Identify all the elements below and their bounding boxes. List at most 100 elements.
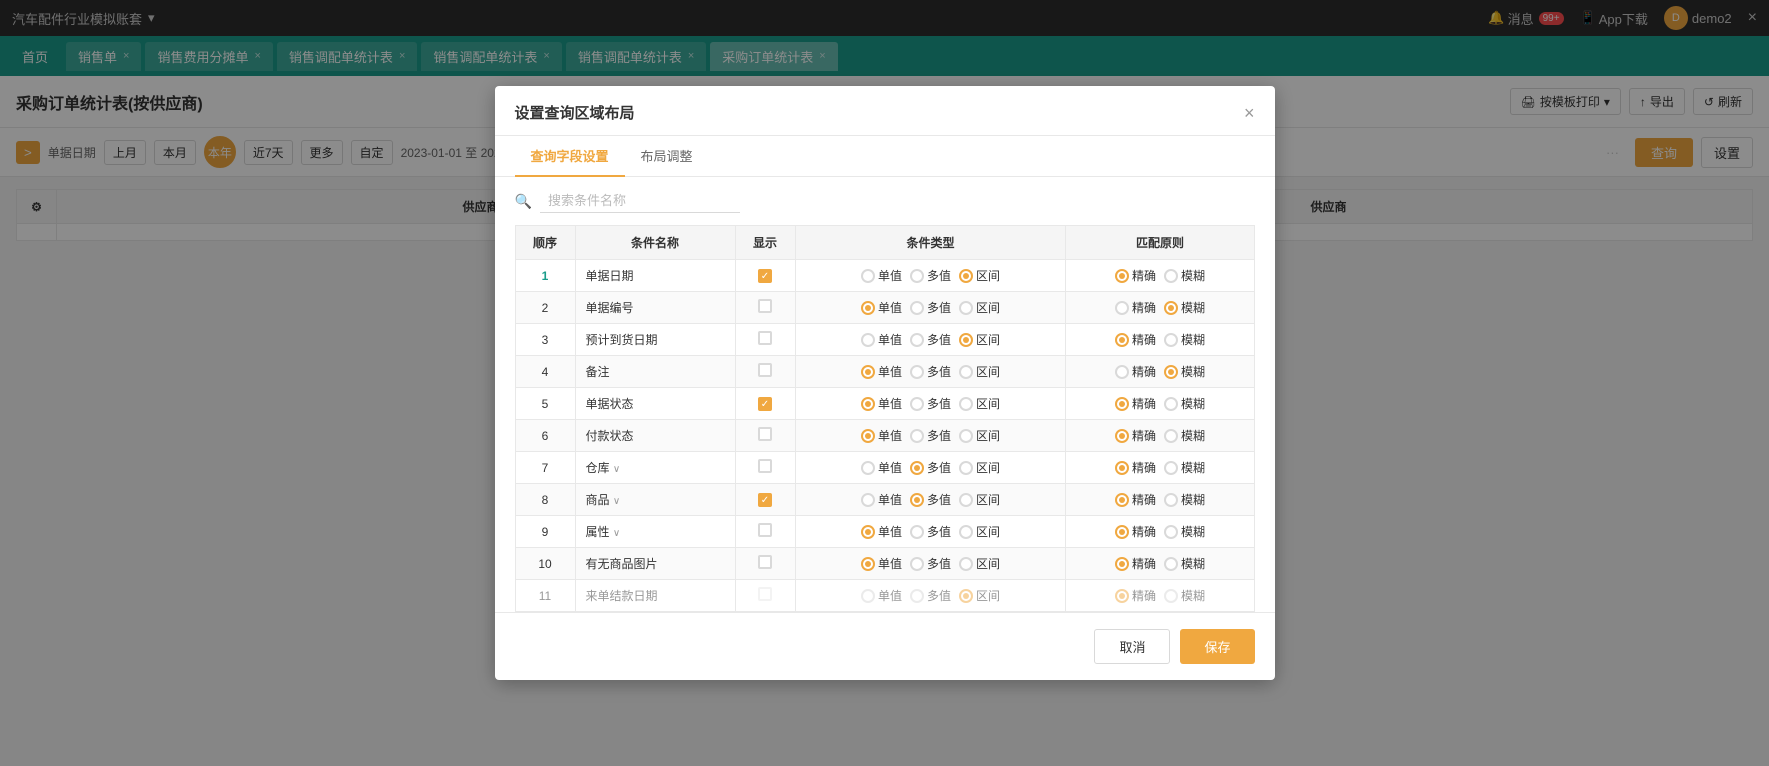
type-radio-单值[interactable]: 单值 [861, 363, 902, 380]
display-checkbox[interactable]: ✓ [758, 269, 772, 283]
match-radio-精确[interactable]: 精确 [1115, 267, 1156, 284]
type-radio-多值[interactable]: 多值 [910, 299, 951, 316]
row-display[interactable]: ✓ [735, 388, 795, 420]
type-radio-单值[interactable]: 单值 [861, 267, 902, 284]
display-checkbox[interactable] [758, 427, 772, 441]
type-radio-多值[interactable]: 多值 [910, 587, 951, 604]
radio-circle [1164, 493, 1178, 507]
radio-circle [1164, 589, 1178, 603]
match-radio-模糊[interactable]: 模糊 [1164, 587, 1205, 604]
match-radio-group: 精确模糊 [1076, 555, 1243, 572]
type-radio-多值[interactable]: 多值 [910, 459, 951, 476]
match-radio-精确[interactable]: 精确 [1115, 331, 1156, 348]
display-checkbox[interactable] [758, 459, 772, 473]
row-display[interactable] [735, 548, 795, 580]
type-radio-区间[interactable]: 区间 [959, 363, 1000, 380]
cancel-button[interactable]: 取消 [1094, 629, 1170, 664]
display-checkbox[interactable] [758, 363, 772, 377]
type-radio-单值[interactable]: 单值 [861, 459, 902, 476]
type-radio-单值[interactable]: 单值 [861, 523, 902, 540]
radio-circle [910, 429, 924, 443]
match-radio-模糊[interactable]: 模糊 [1164, 427, 1205, 444]
radio-circle [1115, 589, 1129, 603]
row-display[interactable]: ✓ [735, 260, 795, 292]
match-radio-精确[interactable]: 精确 [1115, 523, 1156, 540]
col-display-header: 显示 [735, 226, 795, 260]
tab-layout-adjust[interactable]: 布局调整 [625, 136, 709, 177]
type-radio-区间[interactable]: 区间 [959, 459, 1000, 476]
type-radio-区间[interactable]: 区间 [959, 555, 1000, 572]
type-radio-区间[interactable]: 区间 [959, 267, 1000, 284]
match-radio-精确[interactable]: 精确 [1115, 363, 1156, 380]
type-radio-区间[interactable]: 区间 [959, 331, 1000, 348]
match-radio-模糊[interactable]: 模糊 [1164, 363, 1205, 380]
type-radio-区间[interactable]: 区间 [959, 395, 1000, 412]
match-radio-模糊[interactable]: 模糊 [1164, 523, 1205, 540]
radio-circle [959, 365, 973, 379]
type-radio-区间[interactable]: 区间 [959, 587, 1000, 604]
row-display[interactable]: ✓ [735, 484, 795, 516]
display-checkbox[interactable]: ✓ [758, 397, 772, 411]
display-checkbox[interactable]: ✓ [758, 493, 772, 507]
match-radio-模糊[interactable]: 模糊 [1164, 459, 1205, 476]
type-radio-区间[interactable]: 区间 [959, 299, 1000, 316]
row-name: 属性 ∨ [575, 516, 735, 548]
type-radio-单值[interactable]: 单值 [861, 427, 902, 444]
type-radio-多值[interactable]: 多值 [910, 555, 951, 572]
type-radio-单值[interactable]: 单值 [861, 555, 902, 572]
row-display[interactable] [735, 580, 795, 612]
search-icon: 🔍 [515, 193, 532, 210]
save-button[interactable]: 保存 [1180, 629, 1254, 664]
type-radio-多值[interactable]: 多值 [910, 523, 951, 540]
type-radio-单值[interactable]: 单值 [861, 299, 902, 316]
type-radio-区间[interactable]: 区间 [959, 427, 1000, 444]
type-radio-单值[interactable]: 单值 [861, 587, 902, 604]
display-checkbox[interactable] [758, 299, 772, 313]
row-display[interactable] [735, 356, 795, 388]
match-radio-group: 精确模糊 [1076, 427, 1243, 444]
row-display[interactable] [735, 516, 795, 548]
type-radio-区间[interactable]: 区间 [959, 491, 1000, 508]
radio-circle [910, 493, 924, 507]
type-radio-单值[interactable]: 单值 [861, 331, 902, 348]
dialog-table-row: 1单据日期✓单值多值区间精确模糊 [515, 260, 1254, 292]
match-radio-模糊[interactable]: 模糊 [1164, 491, 1205, 508]
match-radio-精确[interactable]: 精确 [1115, 299, 1156, 316]
tab-query-fields[interactable]: 查询字段设置 [515, 136, 625, 177]
type-radio-多值[interactable]: 多值 [910, 267, 951, 284]
type-radio-区间[interactable]: 区间 [959, 523, 1000, 540]
match-radio-精确[interactable]: 精确 [1115, 587, 1156, 604]
display-checkbox[interactable] [758, 587, 772, 601]
dialog-close-button[interactable]: × [1244, 104, 1255, 122]
type-radio-单值[interactable]: 单值 [861, 395, 902, 412]
type-radio-group: 单值多值区间 [806, 523, 1056, 540]
type-radio-多值[interactable]: 多值 [910, 491, 951, 508]
match-radio-模糊[interactable]: 模糊 [1164, 331, 1205, 348]
row-order: 4 [515, 356, 575, 388]
dialog-table-row: 4备注单值多值区间精确模糊 [515, 356, 1254, 388]
radio-circle [861, 269, 875, 283]
display-checkbox[interactable] [758, 331, 772, 345]
match-radio-精确[interactable]: 精确 [1115, 459, 1156, 476]
row-display[interactable] [735, 420, 795, 452]
match-radio-精确[interactable]: 精确 [1115, 395, 1156, 412]
match-radio-精确[interactable]: 精确 [1115, 491, 1156, 508]
match-radio-精确[interactable]: 精确 [1115, 427, 1156, 444]
match-radio-精确[interactable]: 精确 [1115, 555, 1156, 572]
match-radio-模糊[interactable]: 模糊 [1164, 299, 1205, 316]
type-radio-多值[interactable]: 多值 [910, 331, 951, 348]
match-radio-模糊[interactable]: 模糊 [1164, 555, 1205, 572]
row-match: 精确模糊 [1066, 420, 1254, 452]
row-display[interactable] [735, 292, 795, 324]
type-radio-多值[interactable]: 多值 [910, 395, 951, 412]
match-radio-模糊[interactable]: 模糊 [1164, 267, 1205, 284]
type-radio-多值[interactable]: 多值 [910, 363, 951, 380]
type-radio-单值[interactable]: 单值 [861, 491, 902, 508]
match-radio-模糊[interactable]: 模糊 [1164, 395, 1205, 412]
row-display[interactable] [735, 452, 795, 484]
row-display[interactable] [735, 324, 795, 356]
type-radio-多值[interactable]: 多值 [910, 427, 951, 444]
display-checkbox[interactable] [758, 555, 772, 569]
display-checkbox[interactable] [758, 523, 772, 537]
search-input[interactable] [540, 189, 740, 213]
